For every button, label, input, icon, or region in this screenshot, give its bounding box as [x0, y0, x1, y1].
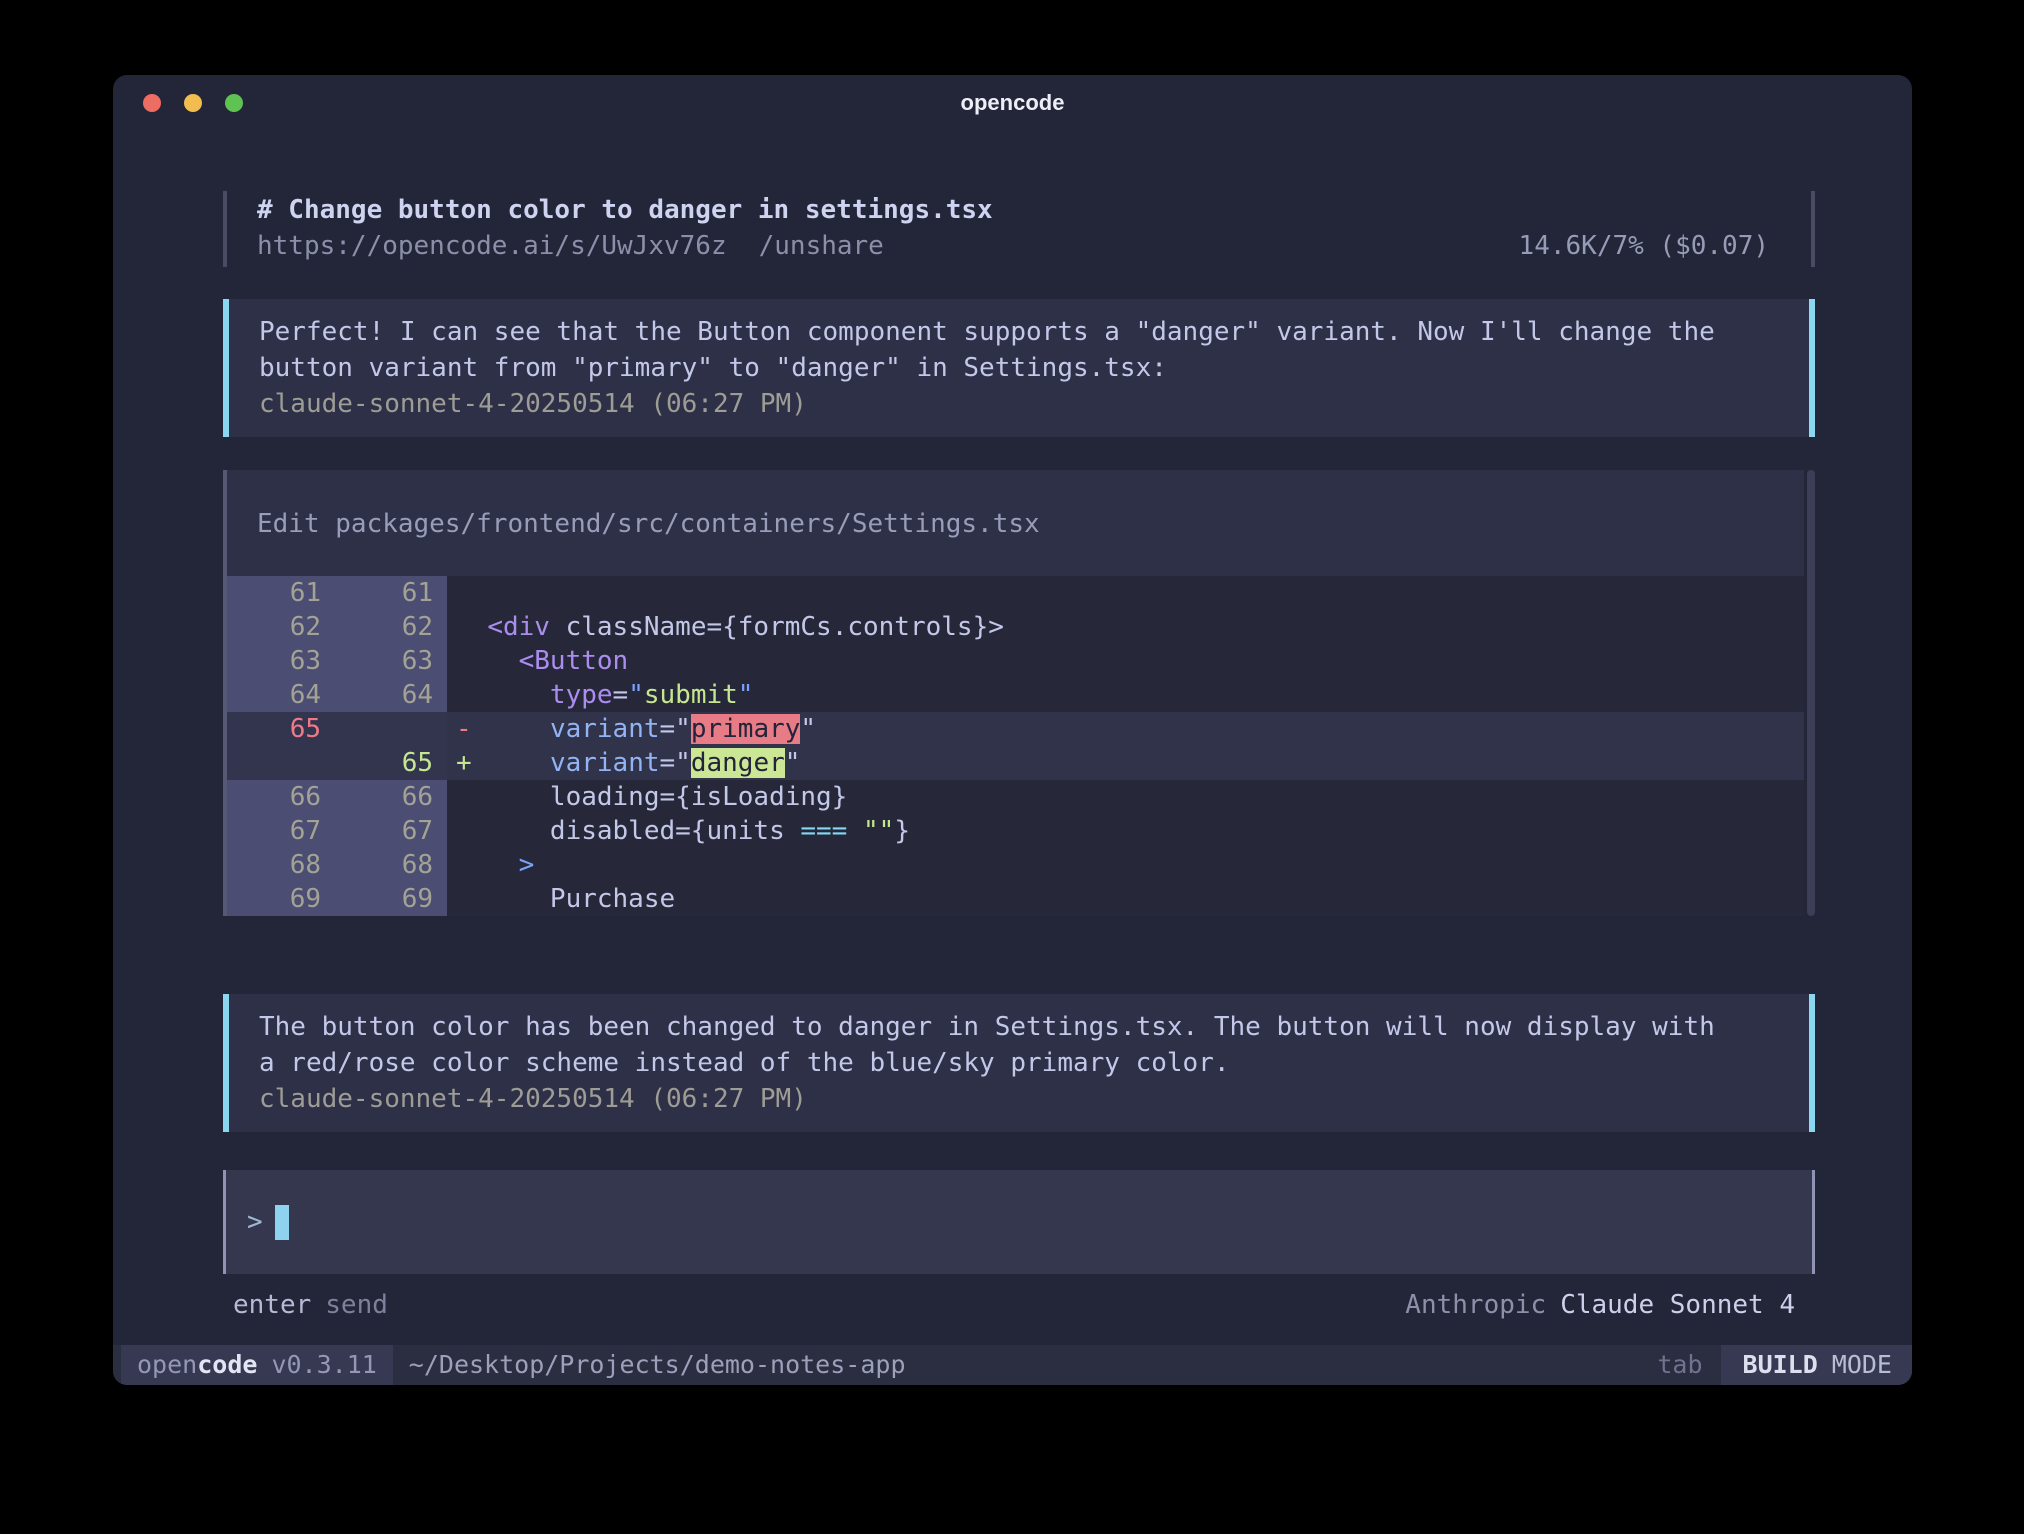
message-line: The button color has been changed to dan…: [259, 1009, 1785, 1045]
session-header: # Change button color to danger in setti…: [223, 191, 1815, 267]
session-subheader: https://opencode.ai/s/UwJxv76z /unshare …: [257, 228, 1769, 264]
diff-rows: 61616262 <div className={formCs.controls…: [227, 576, 1804, 916]
enter-key-hint: enter: [233, 1290, 311, 1320]
code-line: disabled={units === ""}: [447, 814, 1804, 848]
model-timestamp: claude-sonnet-4-20250514 (06:27 PM): [259, 386, 1785, 422]
new-line-number: [337, 712, 447, 746]
model-label[interactable]: Claude Sonnet 4: [1560, 1290, 1795, 1320]
mode-name: BUILD: [1743, 1350, 1818, 1379]
code-line: type="submit": [447, 678, 1804, 712]
message-line: Perfect! I can see that the Button compo…: [259, 314, 1785, 350]
old-line-number: [227, 746, 337, 780]
code-line: >: [447, 848, 1804, 882]
new-line-number: 61: [337, 576, 447, 610]
code-line: - variant="primary": [447, 712, 1804, 746]
old-line-number: 66: [227, 780, 337, 814]
prompt-input[interactable]: >: [223, 1170, 1815, 1274]
tab-key-hint[interactable]: tab: [1657, 1345, 1702, 1385]
app-version-segment: opencode v0.3.11: [121, 1345, 393, 1385]
unshare-command: /unshare: [759, 228, 884, 264]
window-titlebar[interactable]: opencode: [113, 75, 1912, 131]
assistant-message: The button color has been changed to dan…: [223, 994, 1815, 1132]
message-line: button variant from "primary" to "danger…: [259, 350, 1785, 386]
new-line-number: 64: [337, 678, 447, 712]
footer-spacer: [388, 1290, 1405, 1320]
code-line: loading={isLoading}: [447, 780, 1804, 814]
provider-label: Anthropic: [1405, 1290, 1546, 1320]
session-title: # Change button color to danger in setti…: [257, 192, 1769, 228]
app-version: v0.3.11: [271, 1350, 376, 1379]
window-title: opencode: [961, 90, 1065, 116]
old-line-number: 67: [227, 814, 337, 848]
traffic-lights: [143, 94, 243, 112]
minimize-button[interactable]: [184, 94, 202, 112]
new-line-number: 65: [337, 746, 447, 780]
session-view: # Change button color to danger in setti…: [113, 131, 1912, 1345]
app-name-open: open: [137, 1350, 197, 1379]
new-line-number: 66: [337, 780, 447, 814]
token-usage: 14.6K/7% ($0.07): [1519, 228, 1769, 264]
code-line: <Button: [447, 644, 1804, 678]
statusbar-spacer: [906, 1345, 1658, 1385]
old-line-number: 64: [227, 678, 337, 712]
zoom-button[interactable]: [225, 94, 243, 112]
share-url: https://opencode.ai/s/UwJxv76z: [257, 228, 727, 264]
code-line: [447, 576, 1804, 610]
model-timestamp: claude-sonnet-4-20250514 (06:27 PM): [259, 1081, 1785, 1117]
diff-row: 6767 disabled={units === ""}: [227, 814, 1804, 848]
header-spacer: [884, 228, 1519, 264]
code-line: + variant="danger": [447, 746, 1804, 780]
old-line-number: 61: [227, 576, 337, 610]
prompt-chevron: >: [247, 1207, 263, 1237]
new-line-number: 62: [337, 610, 447, 644]
app-name-code: code: [197, 1350, 257, 1379]
message-line: a red/rose color scheme instead of the b…: [259, 1045, 1785, 1081]
old-line-number: 68: [227, 848, 337, 882]
code-line: Purchase: [447, 882, 1804, 916]
scrollbar[interactable]: [1807, 470, 1815, 916]
new-line-number: 63: [337, 644, 447, 678]
edit-diff: Edit packages/frontend/src/containers/Se…: [223, 470, 1804, 916]
new-line-number: 68: [337, 848, 447, 882]
diff-row: 65+ variant="danger": [227, 746, 1804, 780]
diff-row: 6868 >: [227, 848, 1804, 882]
new-line-number: 67: [337, 814, 447, 848]
new-line-number: 69: [337, 882, 447, 916]
close-button[interactable]: [143, 94, 161, 112]
desktop: opencode # Change button color to danger…: [0, 0, 2024, 1534]
status-bar: opencode v0.3.11 ~/Desktop/Projects/demo-…: [113, 1345, 1912, 1385]
text-cursor: [275, 1205, 289, 1240]
assistant-message: Perfect! I can see that the Button compo…: [223, 299, 1815, 437]
input-hints: enter send Anthropic Claude Sonnet 4: [223, 1290, 1815, 1320]
opencode-window: opencode # Change button color to danger…: [113, 75, 1912, 1385]
old-line-number: 62: [227, 610, 337, 644]
old-line-number: 65: [227, 712, 337, 746]
diff-row: 6969 Purchase: [227, 882, 1804, 916]
diff-row: 6464 type="submit": [227, 678, 1804, 712]
diff-row: 65 - variant="primary": [227, 712, 1804, 746]
diff-row: 6262 <div className={formCs.controls}>: [227, 610, 1804, 644]
diff-row: 6666 loading={isLoading}: [227, 780, 1804, 814]
old-line-number: 63: [227, 644, 337, 678]
working-directory: ~/Desktop/Projects/demo-notes-app: [409, 1345, 906, 1385]
edit-file-header: Edit packages/frontend/src/containers/Se…: [227, 470, 1804, 576]
code-line: <div className={formCs.controls}>: [447, 610, 1804, 644]
diff-row: 6363 <Button: [227, 644, 1804, 678]
send-action-label: send: [325, 1290, 388, 1320]
old-line-number: 69: [227, 882, 337, 916]
mode-segment[interactable]: BUILD MODE: [1721, 1345, 1912, 1385]
diff-row: 6161: [227, 576, 1804, 610]
mode-suffix: MODE: [1832, 1350, 1892, 1379]
edit-tool-block: Edit packages/frontend/src/containers/Se…: [223, 470, 1815, 916]
